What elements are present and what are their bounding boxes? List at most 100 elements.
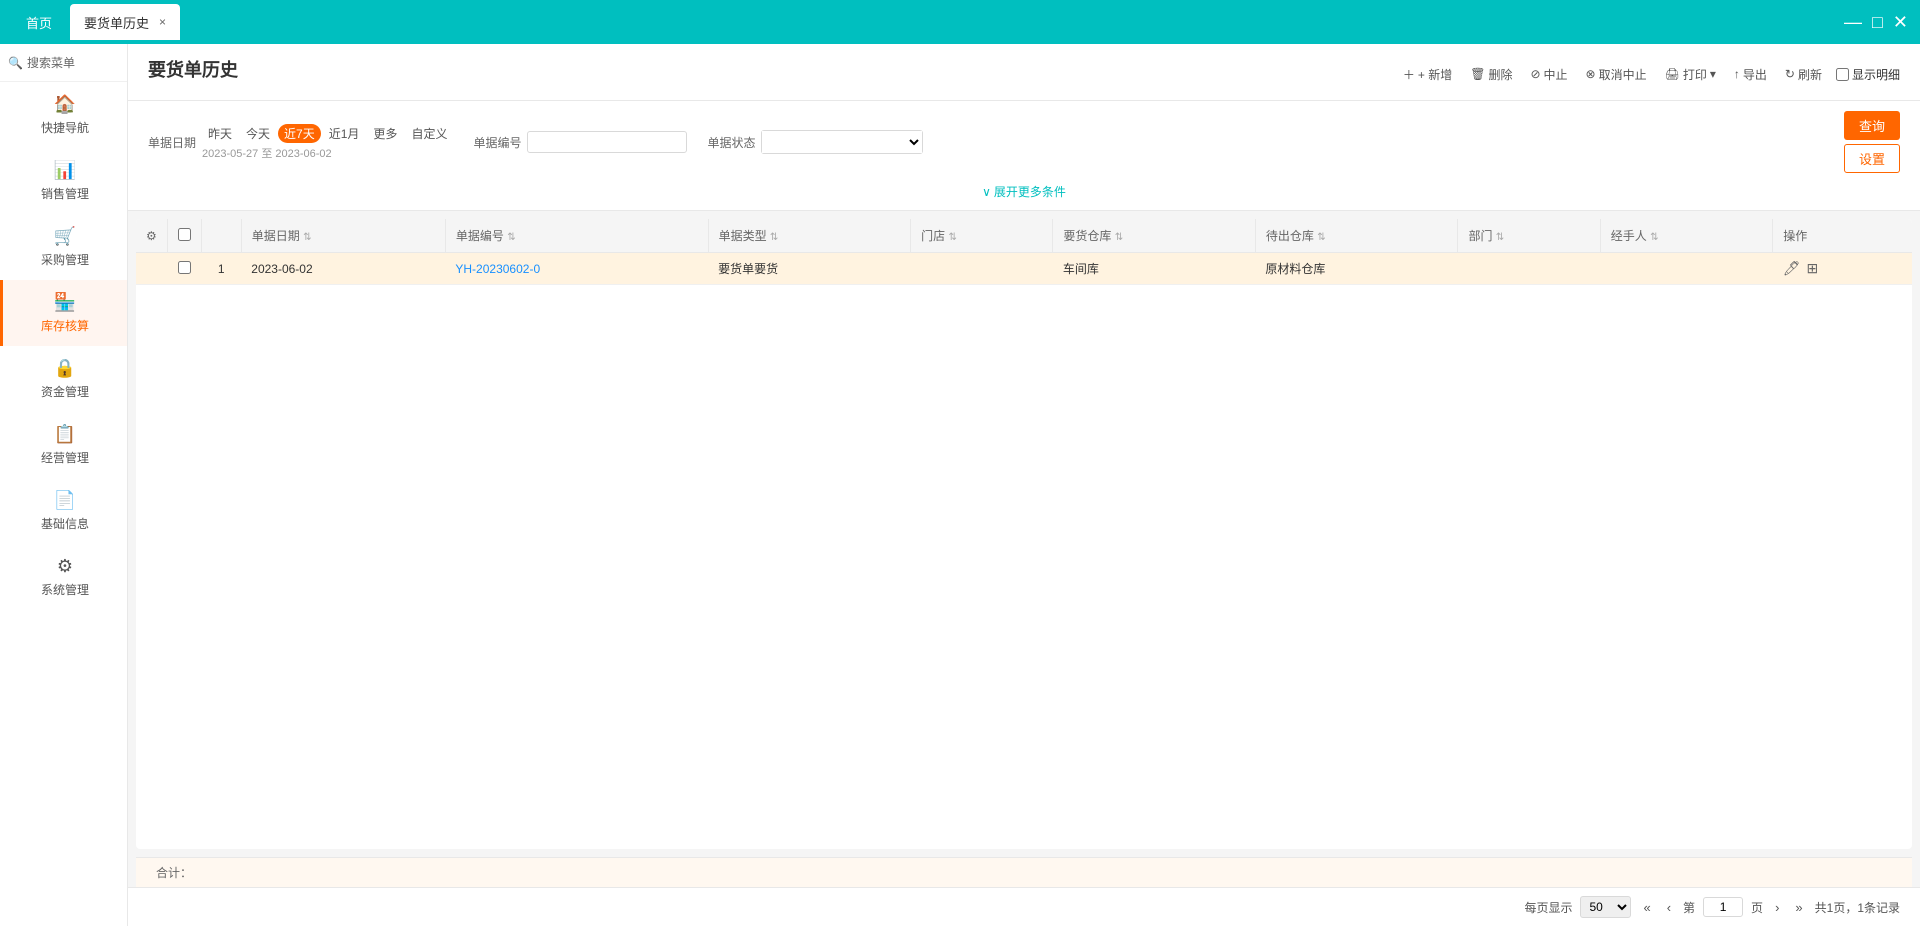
col-index bbox=[201, 219, 241, 253]
col-doc-no-label: 单据编号 bbox=[456, 229, 504, 243]
sidebar-item-inventory-label: 库存核算 bbox=[41, 317, 89, 334]
settings-button[interactable]: 设置 bbox=[1844, 144, 1900, 173]
date-btn-1month[interactable]: 近1月 bbox=[323, 124, 366, 143]
action-icons: 🖊 ⊞ bbox=[1783, 260, 1902, 277]
sidebar-item-finance[interactable]: 🔒 资金管理 bbox=[0, 346, 127, 412]
stop-button[interactable]: ⊘ 中止 bbox=[1526, 64, 1571, 85]
first-page-button[interactable]: « bbox=[1639, 900, 1654, 915]
prev-page-button[interactable]: ‹ bbox=[1663, 900, 1675, 915]
purchase-icon: 🛒 bbox=[54, 226, 76, 247]
sidebar-item-inventory[interactable]: 🏪 库存核算 bbox=[0, 280, 127, 346]
docno-filter: 单据编号 bbox=[473, 131, 687, 153]
filter-area: 单据日期 昨天 今天 近7天 近1月 更多 自定义 2023-05-27 至 2… bbox=[128, 101, 1920, 211]
tab-home[interactable]: 首页 bbox=[12, 4, 66, 40]
expand-row: ∨ 展开更多条件 bbox=[148, 177, 1900, 200]
date-btn-more[interactable]: 更多 bbox=[367, 124, 403, 143]
row-store bbox=[911, 253, 1053, 285]
col-pending-warehouse: 待出仓库 ⇅ bbox=[1255, 219, 1458, 253]
delete-button[interactable]: 🗑 删除 bbox=[1466, 64, 1516, 85]
row-doc-no: YH-20230602-0 bbox=[445, 253, 708, 285]
row-department bbox=[1458, 253, 1600, 285]
row-checkbox[interactable] bbox=[178, 261, 191, 274]
close-window-button[interactable]: ✕ bbox=[1893, 12, 1908, 33]
status-label: 单据状态 bbox=[707, 134, 755, 151]
date-filter: 单据日期 昨天 今天 近7天 近1月 更多 自定义 2023-05-27 至 2… bbox=[148, 124, 453, 161]
date-btn-7days[interactable]: 近7天 bbox=[278, 124, 321, 143]
page-suffix: 页 bbox=[1751, 899, 1763, 916]
date-btn-today[interactable]: 今天 bbox=[240, 124, 276, 143]
docno-input[interactable] bbox=[527, 131, 687, 153]
date-btn-custom[interactable]: 自定义 bbox=[405, 124, 453, 143]
col-doc-type: 单据类型 ⇅ bbox=[708, 219, 911, 253]
print-button[interactable]: 🖨 打印 ▾ bbox=[1661, 64, 1720, 85]
last-page-button[interactable]: » bbox=[1791, 900, 1806, 915]
sidebar-item-finance-label: 资金管理 bbox=[41, 383, 89, 400]
sidebar-item-system[interactable]: ⚙ 系统管理 bbox=[0, 544, 127, 610]
display-detail-checkbox[interactable] bbox=[1836, 68, 1849, 81]
finance-icon: 🔒 bbox=[54, 358, 76, 379]
export-icon: ↑ bbox=[1734, 67, 1740, 81]
export-button[interactable]: ↑ 导出 bbox=[1730, 64, 1771, 85]
sidebar-item-base-info-label: 基础信息 bbox=[41, 515, 89, 532]
col-doc-date: 单据日期 ⇅ bbox=[241, 219, 445, 253]
page-number-input[interactable] bbox=[1703, 897, 1743, 917]
maximize-button[interactable]: □ bbox=[1872, 12, 1883, 33]
status-select[interactable] bbox=[762, 131, 922, 153]
total-info: 共1页，1条记录 bbox=[1815, 899, 1900, 916]
sort-req-warehouse-icon[interactable]: ⇅ bbox=[1115, 232, 1123, 243]
date-btn-yesterday[interactable]: 昨天 bbox=[202, 124, 238, 143]
minimize-button[interactable]: — bbox=[1844, 12, 1862, 33]
col-doc-date-label: 单据日期 bbox=[252, 229, 300, 243]
refresh-icon: ↻ bbox=[1785, 67, 1795, 81]
tab-requisition-history[interactable]: 要货单历史 × bbox=[70, 4, 180, 40]
cancel-stop-icon: ⊗ bbox=[1586, 67, 1596, 81]
col-req-warehouse: 要货仓库 ⇅ bbox=[1053, 219, 1256, 253]
print-icon: 🖨 bbox=[1665, 67, 1680, 81]
row-delete-icon[interactable]: ⊞ bbox=[1806, 260, 1818, 277]
tab-close-icon[interactable]: × bbox=[159, 15, 166, 29]
row-actions: 🖊 ⊞ bbox=[1773, 253, 1912, 285]
expand-filter-button[interactable]: ∨ 展开更多条件 bbox=[982, 183, 1066, 200]
new-icon: ＋ bbox=[1403, 66, 1415, 83]
expand-label: 展开更多条件 bbox=[994, 183, 1066, 200]
sort-doc-no-icon[interactable]: ⇅ bbox=[507, 232, 515, 243]
cancel-stop-button[interactable]: ⊗ 取消中止 bbox=[1582, 64, 1651, 85]
per-page-select[interactable]: 10 20 50 100 bbox=[1580, 896, 1631, 918]
docno-label: 单据编号 bbox=[473, 134, 521, 151]
status-filter: 单据状态 bbox=[707, 130, 923, 154]
sidebar-item-purchase[interactable]: 🛒 采购管理 bbox=[0, 214, 127, 280]
table-row: 1 2023-06-02 YH-20230602-0 要货单要货 bbox=[136, 253, 1912, 285]
row-index: 1 bbox=[201, 253, 241, 285]
col-req-warehouse-label: 要货仓库 bbox=[1063, 229, 1111, 243]
col-setting[interactable]: ⚙ bbox=[136, 219, 167, 253]
expand-icon: ∨ bbox=[982, 185, 991, 199]
sidebar-item-base-info[interactable]: 📄 基础信息 bbox=[0, 478, 127, 544]
per-page-label: 每页显示 bbox=[1524, 899, 1572, 916]
sort-doc-type-icon[interactable]: ⇅ bbox=[770, 232, 778, 243]
sidebar-item-quick-nav[interactable]: 🏠 快捷导航 bbox=[0, 82, 127, 148]
row-doc-no-link[interactable]: YH-20230602-0 bbox=[455, 262, 540, 276]
sales-icon: 📊 bbox=[54, 160, 76, 181]
sort-pending-warehouse-icon[interactable]: ⇅ bbox=[1317, 232, 1325, 243]
sidebar-item-sales[interactable]: 📊 销售管理 bbox=[0, 148, 127, 214]
new-button[interactable]: ＋ + 新增 bbox=[1399, 64, 1456, 85]
next-page-button[interactable]: › bbox=[1771, 900, 1783, 915]
sort-store-icon[interactable]: ⇅ bbox=[948, 232, 956, 243]
row-edit-icon[interactable]: 🖊 bbox=[1783, 260, 1801, 277]
display-detail-toggle[interactable]: 显示明细 bbox=[1836, 66, 1900, 83]
row-handler bbox=[1600, 253, 1772, 285]
page-header: 要货单历史 ＋ + 新增 🗑 删除 ⊘ 中止 bbox=[128, 44, 1920, 101]
select-all-checkbox[interactable] bbox=[178, 228, 191, 241]
sort-doc-date-icon[interactable]: ⇅ bbox=[303, 232, 311, 243]
table-area: ⚙ 单据日期 ⇅ 单据编号 ⇅ bbox=[136, 219, 1912, 849]
app-container: 首页 要货单历史 × — □ ✕ 🔍 搜索菜单 🏠 快捷导航 📊 bbox=[0, 0, 1920, 926]
inventory-icon: 🏪 bbox=[54, 292, 76, 313]
col-checkbox bbox=[167, 219, 201, 253]
sidebar-search[interactable]: 🔍 搜索菜单 bbox=[0, 44, 127, 82]
query-button[interactable]: 查询 bbox=[1844, 111, 1900, 140]
row-req-warehouse-value: 车间库 bbox=[1063, 262, 1099, 276]
sidebar-item-operations[interactable]: 📋 经营管理 bbox=[0, 412, 127, 478]
sort-handler-icon[interactable]: ⇅ bbox=[1650, 232, 1658, 243]
refresh-button[interactable]: ↻ 刷新 bbox=[1781, 64, 1826, 85]
sort-department-icon[interactable]: ⇅ bbox=[1496, 232, 1504, 243]
